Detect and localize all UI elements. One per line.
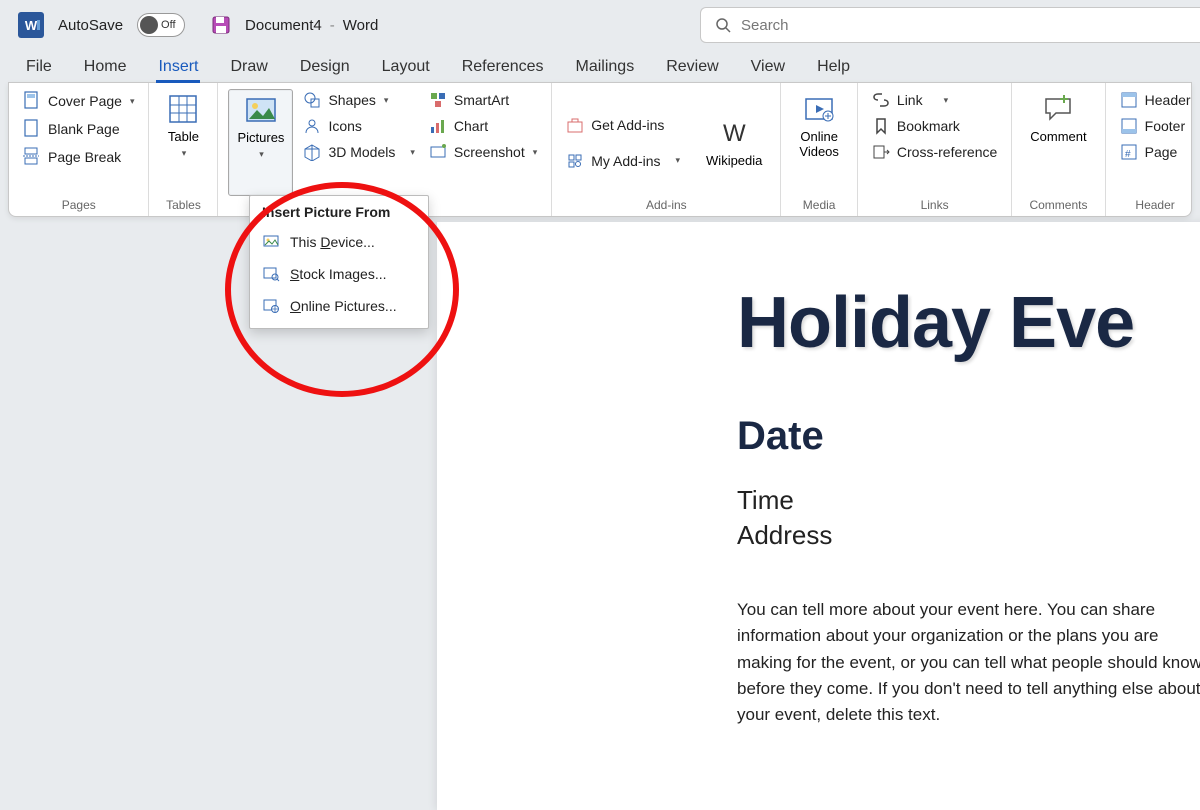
this-device-item[interactable]: This Device... (250, 226, 428, 258)
tab-home[interactable]: Home (82, 56, 129, 82)
page-break-icon (23, 147, 41, 167)
smartart-button[interactable]: SmartArt (425, 89, 541, 111)
crossref-icon (872, 143, 890, 161)
save-icon[interactable] (211, 15, 231, 35)
online-videos-button[interactable]: Online Videos (791, 89, 847, 196)
blank-page-button[interactable]: Blank Page (19, 117, 138, 141)
pictures-icon (245, 94, 277, 126)
get-addins-button[interactable]: Get Add-ins (562, 114, 684, 136)
tab-file[interactable]: File (24, 56, 54, 82)
link-icon (872, 91, 890, 109)
shapes-button[interactable]: Shapes▾ (299, 89, 418, 111)
title-bar: W AutoSave Off Document4-Word Search (0, 0, 1200, 50)
group-comments: Comment Comments (1012, 83, 1105, 216)
word-app-icon: W (18, 12, 44, 38)
document-page[interactable]: Holiday Eve Date Time Address You can te… (437, 222, 1200, 810)
tab-layout[interactable]: Layout (380, 56, 432, 82)
svg-text:W: W (723, 120, 746, 147)
tab-insert[interactable]: Insert (156, 56, 200, 82)
table-icon (167, 93, 199, 125)
ribbon-tabs: File Home Insert Draw Design Layout Refe… (0, 50, 1200, 82)
group-addins: Get Add-ins My Add-ins▾ W Wikipedia Add-… (552, 83, 781, 216)
shapes-icon (303, 91, 321, 109)
search-icon (715, 17, 731, 33)
footer-button[interactable]: Footer (1116, 115, 1195, 137)
stock-icon (262, 265, 280, 283)
cover-page-button[interactable]: Cover Page▾ (19, 89, 138, 113)
document-name: Document4-Word (245, 17, 378, 34)
screenshot-button[interactable]: Screenshot▾ (425, 141, 541, 163)
link-button[interactable]: Link▾ (868, 89, 1001, 111)
page-icon (23, 91, 41, 111)
wikipedia-icon: W (718, 117, 750, 149)
flyout-title: Insert Picture From (250, 196, 428, 226)
tab-view[interactable]: View (749, 56, 787, 82)
search-box[interactable]: Search (700, 7, 1200, 43)
icons-icon (303, 117, 321, 135)
group-label-addins: Add-ins (562, 196, 770, 212)
my-addins-button[interactable]: My Add-ins▾ (562, 150, 684, 172)
group-label-links: Links (868, 196, 1001, 212)
screenshot-icon (429, 143, 447, 161)
tab-draw[interactable]: Draw (228, 56, 269, 82)
comment-button[interactable]: Comment (1022, 89, 1094, 196)
doc-heading-1[interactable]: Holiday Eve (737, 282, 1200, 364)
doc-heading-time[interactable]: Time (737, 485, 1200, 516)
blank-page-icon (23, 119, 41, 139)
search-placeholder: Search (741, 17, 789, 34)
3d-models-button[interactable]: 3D Models▾ (299, 141, 418, 163)
online-pic-icon (262, 297, 280, 315)
pictures-button[interactable]: Pictures ▾ (228, 89, 293, 196)
group-label-comments: Comments (1022, 196, 1094, 212)
group-label-pages: Pages (19, 196, 138, 212)
group-media: Online Videos Media (781, 83, 858, 216)
group-label-headerfooter: Header (1116, 196, 1195, 212)
group-label-tables: Tables (159, 196, 207, 212)
online-pictures-item[interactable]: Online Pictures... (250, 290, 428, 322)
tab-mailings[interactable]: Mailings (574, 56, 637, 82)
cross-reference-button[interactable]: Cross-reference (868, 141, 1001, 163)
bookmark-icon (872, 117, 890, 135)
cube-icon (303, 143, 321, 161)
device-icon (262, 233, 280, 251)
icons-button[interactable]: Icons (299, 115, 418, 137)
footer-icon (1120, 117, 1138, 135)
tab-review[interactable]: Review (664, 56, 720, 82)
store-icon (566, 116, 584, 134)
wikipedia-button[interactable]: W Wikipedia (698, 113, 770, 172)
group-links: Link▾ Bookmark Cross-reference Links (858, 83, 1012, 216)
addins-icon (566, 152, 584, 170)
svg-text:#: # (1125, 149, 1131, 160)
group-pages: Cover Page▾ Blank Page Page Break Pages (9, 83, 149, 216)
tab-help[interactable]: Help (815, 56, 852, 82)
page-break-button[interactable]: Page Break (19, 145, 138, 169)
smartart-icon (429, 91, 447, 109)
tab-references[interactable]: References (460, 56, 546, 82)
group-tables: Table ▾ Tables (149, 83, 218, 216)
doc-heading-address[interactable]: Address (737, 520, 1200, 551)
toggle-knob (140, 16, 158, 34)
pagenum-icon: # (1120, 143, 1138, 161)
bookmark-button[interactable]: Bookmark (868, 115, 1001, 137)
pictures-dropdown: Insert Picture From This Device... Stock… (249, 195, 429, 329)
group-headerfooter: Header Footer # Page Header (1106, 83, 1200, 216)
autosave-toggle[interactable]: Off (137, 13, 185, 37)
comment-icon (1042, 93, 1074, 125)
chart-icon (429, 117, 447, 135)
autosave-label: AutoSave (58, 17, 123, 34)
toggle-state: Off (161, 19, 175, 31)
tab-design[interactable]: Design (298, 56, 352, 82)
page-number-button[interactable]: # Page (1116, 141, 1195, 163)
header-icon (1120, 91, 1138, 109)
table-button[interactable]: Table ▾ (159, 89, 207, 196)
header-button[interactable]: Header (1116, 89, 1195, 111)
stock-images-item[interactable]: Stock Images... (250, 258, 428, 290)
doc-heading-date[interactable]: Date (737, 414, 1200, 459)
chart-button[interactable]: Chart (425, 115, 541, 137)
ribbon: Cover Page▾ Blank Page Page Break Pages … (8, 82, 1192, 217)
doc-body-text[interactable]: You can tell more about your event here.… (737, 597, 1200, 729)
group-label-media: Media (791, 196, 847, 212)
video-icon (803, 93, 835, 125)
